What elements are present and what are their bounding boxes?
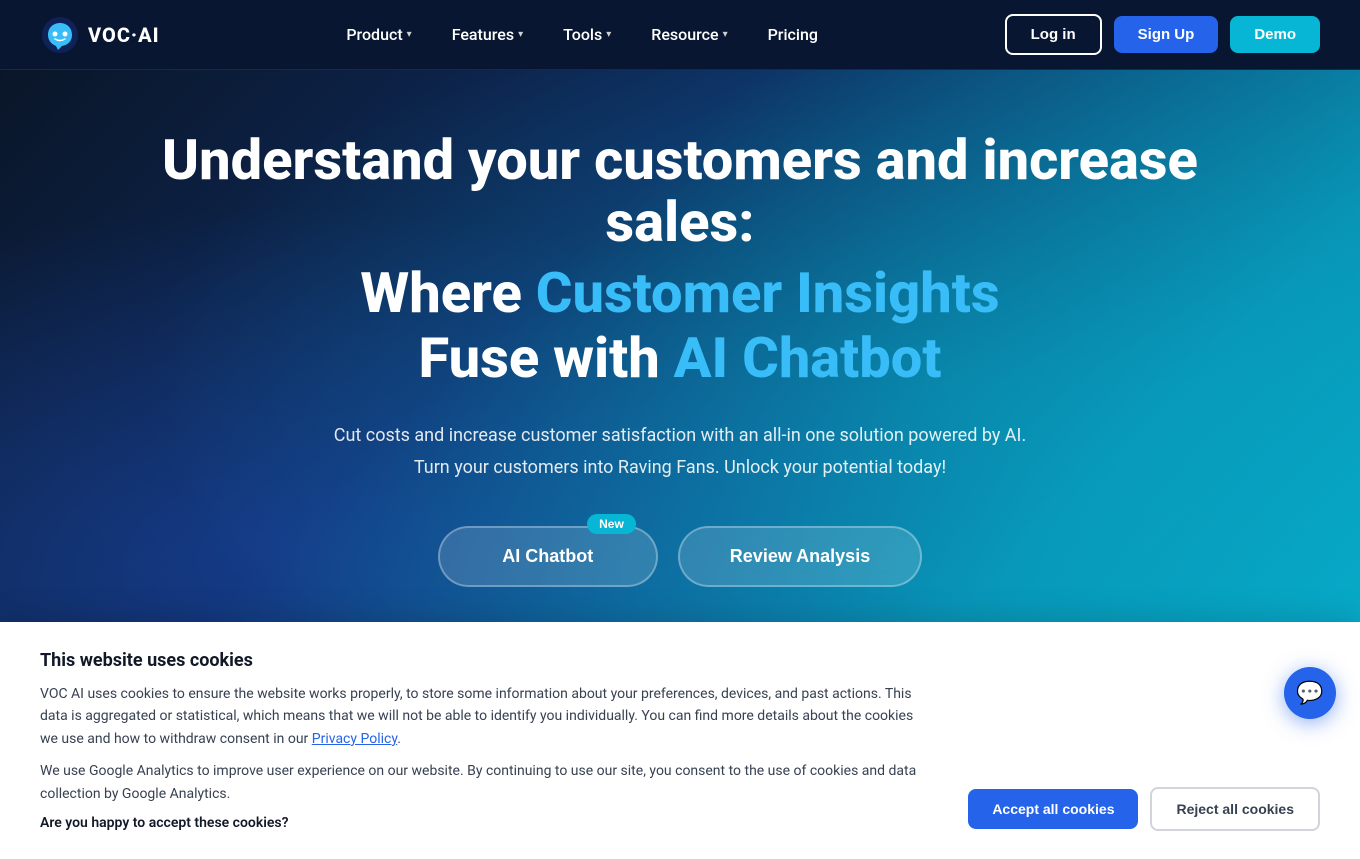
nav-item-resource[interactable]: Resource ▾	[635, 17, 743, 52]
cookie-body: VOC AI uses cookies to ensure the websit…	[40, 683, 1320, 831]
hero-title-line3: Fuse with AI Chatbot	[120, 326, 1240, 390]
signup-button[interactable]: Sign Up	[1114, 16, 1219, 53]
nav-actions: Log in Sign Up Demo	[1005, 14, 1320, 55]
cookie-description: VOC AI uses cookies to ensure the websit…	[40, 683, 928, 750]
reject-cookies-button[interactable]: Reject all cookies	[1150, 787, 1320, 831]
login-button[interactable]: Log in	[1005, 14, 1102, 55]
cookie-analytics-text: We use Google Analytics to improve user …	[40, 760, 928, 805]
cookie-actions: Accept all cookies Reject all cookies	[968, 787, 1320, 831]
hero-title-line2: Where Customer Insights	[120, 261, 1240, 325]
chat-icon: 💬	[1296, 681, 1323, 706]
hero-content: Understand your customers and increase s…	[80, 130, 1280, 637]
logo[interactable]: VOC·AI	[40, 15, 160, 55]
accept-cookies-button[interactable]: Accept all cookies	[968, 789, 1138, 829]
hero-subtitle-1: Cut costs and increase customer satisfac…	[120, 422, 1240, 451]
chevron-down-icon: ▾	[407, 29, 412, 40]
cookie-question: Are you happy to accept these cookies?	[40, 815, 928, 831]
nav-item-pricing[interactable]: Pricing	[752, 17, 834, 52]
ai-chatbot-button[interactable]: New AI Chatbot	[438, 526, 658, 587]
hero-buttons: New AI Chatbot Review Analysis	[120, 526, 1240, 587]
logo-text: VOC·AI	[88, 23, 160, 47]
chevron-down-icon: ▾	[723, 29, 728, 40]
cookie-title: This website uses cookies	[40, 650, 1320, 671]
nav-item-features[interactable]: Features ▾	[436, 17, 539, 52]
review-analysis-button[interactable]: Review Analysis	[678, 526, 922, 587]
privacy-policy-link[interactable]: Privacy Policy	[312, 731, 397, 747]
navbar: VOC·AI Product ▾ Features ▾ Tools ▾ Reso…	[0, 0, 1360, 70]
nav-item-product[interactable]: Product ▾	[330, 17, 427, 52]
nav-item-tools[interactable]: Tools ▾	[547, 17, 627, 52]
hero-title-line1: Understand your customers and increase s…	[120, 130, 1240, 253]
new-badge: New	[587, 514, 636, 534]
chevron-down-icon: ▾	[606, 29, 611, 40]
demo-button[interactable]: Demo	[1230, 16, 1320, 53]
chat-fab-button[interactable]: 💬	[1284, 667, 1336, 719]
cookie-banner: This website uses cookies VOC AI uses co…	[0, 622, 1360, 859]
cookie-text-section: VOC AI uses cookies to ensure the websit…	[40, 683, 928, 831]
chevron-down-icon: ▾	[518, 29, 523, 40]
hero-subtitle-2: Turn your customers into Raving Fans. Un…	[120, 457, 1240, 478]
nav-links: Product ▾ Features ▾ Tools ▾ Resource ▾ …	[330, 17, 834, 52]
